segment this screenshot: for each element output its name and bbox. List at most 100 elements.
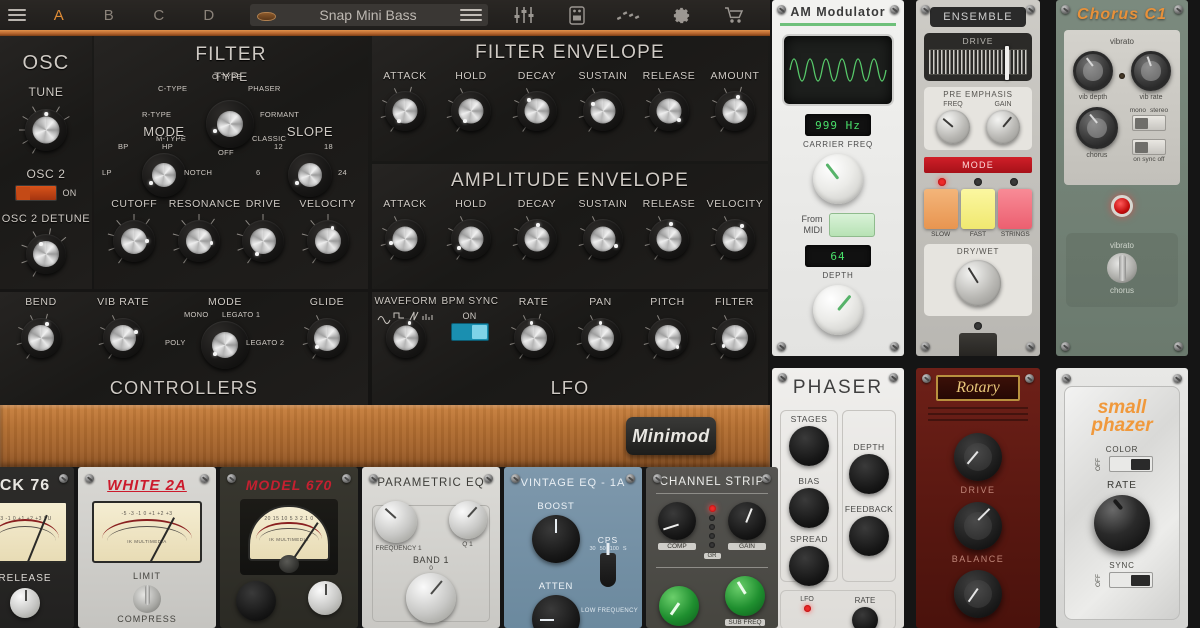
small-phazer-rate-knob[interactable]: [1094, 495, 1150, 552]
fenv-sustain-knob[interactable]: [578, 86, 628, 136]
bank-a[interactable]: A: [34, 7, 84, 24]
filter-mode-knob[interactable]: [138, 149, 190, 201]
rotary-balance-knob[interactable]: [954, 502, 1002, 550]
nodes-icon[interactable]: [616, 4, 642, 26]
lfo-rate-knob[interactable]: [509, 313, 559, 363]
screw-icon: [1026, 342, 1035, 351]
ensemble-drive-slider[interactable]: [929, 46, 1027, 80]
ensemble-mode-fast-button[interactable]: [960, 189, 995, 229]
filter-resonance-knob[interactable]: [172, 214, 226, 268]
fenv-knob-cell: HOLD: [441, 70, 501, 136]
aenv-decay-knob[interactable]: [512, 214, 562, 264]
fenv-amount-knob[interactable]: [710, 86, 760, 136]
osc-tune-knob[interactable]: [19, 103, 73, 157]
pedal-icon[interactable]: [564, 4, 590, 26]
black-76-release-knob[interactable]: [10, 588, 40, 618]
phaser-depth-knob[interactable]: [849, 454, 889, 494]
aenv-attack-knob[interactable]: [380, 214, 430, 264]
model-670-center-knob[interactable]: [279, 555, 299, 573]
small-phazer-sync-switch[interactable]: [1108, 572, 1153, 589]
filter-velocity-knob[interactable]: [301, 214, 355, 268]
list-icon[interactable]: [460, 9, 482, 21]
channel-strip-sub-freq-knob[interactable]: [725, 576, 765, 616]
aenv-release-knob[interactable]: [644, 214, 694, 264]
aenv-hold-knob[interactable]: [446, 214, 496, 264]
channel-strip-green-knob-left[interactable]: [659, 586, 699, 626]
lfo-pan-knob[interactable]: [576, 313, 626, 363]
osc2-detune-knob[interactable]: [20, 228, 72, 280]
vintage-eq-cps-selector[interactable]: [600, 543, 616, 587]
filter-mode-opt-lp: LP: [102, 168, 112, 177]
phaser-rate-knob[interactable]: [852, 607, 878, 628]
phaser-bias-knob[interactable]: [789, 488, 829, 528]
channel-strip-comp-knob[interactable]: [658, 502, 696, 540]
ctrl-mode-opt-legato1: LEGATO 1: [222, 310, 261, 319]
ensemble-mode-slow-button[interactable]: [923, 189, 958, 229]
hamburger-icon[interactable]: [0, 9, 34, 21]
am-from-midi-button[interactable]: [828, 213, 875, 237]
chorus-sync-switch[interactable]: [1131, 139, 1166, 155]
am-carrier-freq-knob[interactable]: [813, 154, 863, 204]
phaser-spread-knob[interactable]: [789, 546, 829, 586]
parametric-eq-q-knob[interactable]: [448, 501, 487, 539]
aenv-sustain-knob[interactable]: [578, 214, 628, 264]
preset-selector[interactable]: Snap Mini Bass: [250, 4, 488, 26]
chorus-knob[interactable]: [1075, 107, 1118, 149]
lfo-bpm-sync-label: BPM SYNC: [441, 296, 499, 307]
am-depth-knob[interactable]: [813, 285, 863, 335]
ensemble-mode-strings-button[interactable]: [998, 189, 1033, 229]
model-670-knob-left[interactable]: [236, 581, 276, 621]
small-phazer-plate: small phazer COLOR OFF RATE SYNC OFF: [1064, 386, 1180, 620]
ctrl-glide-knob[interactable]: [302, 313, 352, 363]
cart-icon[interactable]: [721, 4, 747, 26]
ensemble-gain-knob[interactable]: [986, 110, 1020, 144]
ctrl-vibrate-knob[interactable]: [98, 313, 148, 363]
chorus-mode-toggle[interactable]: [1107, 253, 1137, 283]
channel-strip-gain-knob[interactable]: [728, 502, 766, 540]
lfo-bpm-sync-switch[interactable]: [450, 323, 489, 341]
chorus-vib-rate-knob[interactable]: [1131, 51, 1171, 91]
phaser-stages-knob[interactable]: [789, 426, 829, 466]
ensemble-led-slow: [938, 178, 946, 186]
vintage-eq-cps-cell: CPS 30 50 100 S: [582, 535, 634, 587]
parametric-eq-frequency-knob[interactable]: [375, 501, 418, 543]
fenv-hold-knob[interactable]: [446, 86, 496, 136]
vintage-eq-boost-knob[interactable]: [532, 515, 580, 563]
ctrl-mode-knob[interactable]: [198, 318, 252, 372]
ensemble-freq-knob[interactable]: [936, 110, 970, 144]
filter-drive-knob[interactable]: [236, 214, 290, 268]
lfo-filter-knob[interactable]: [710, 313, 760, 363]
ensemble-mono-to-stereo-button[interactable]: [959, 333, 997, 356]
screw-icon: [777, 5, 786, 14]
phaser-feedback-knob[interactable]: [849, 516, 889, 556]
filter-slope-knob[interactable]: [284, 149, 336, 201]
bank-d[interactable]: D: [184, 7, 234, 24]
lfo-knob-row: WAVEFORM BPM SYNC ON RATE PAN PITCH FILT…: [372, 292, 768, 363]
aenv-velocity-knob[interactable]: [710, 214, 760, 264]
vintage-eq-atten-knob[interactable]: [532, 595, 580, 628]
model-670-knob-right[interactable]: [308, 581, 342, 615]
ctrl-bend-knob[interactable]: [16, 313, 66, 363]
fenv-release-knob[interactable]: [644, 86, 694, 136]
fenv-attack-knob[interactable]: [380, 86, 430, 136]
rotary-title: Rotary: [956, 379, 1000, 396]
rotary-third-knob[interactable]: [954, 570, 1002, 618]
small-phazer-color-switch[interactable]: [1108, 456, 1153, 473]
chorus-vib-depth-knob[interactable]: [1073, 51, 1113, 91]
osc2-switch[interactable]: [15, 185, 58, 201]
bank-c[interactable]: C: [134, 7, 184, 24]
ensemble-dry-wet-knob[interactable]: [955, 260, 1001, 306]
ensemble-drive-fader-handle[interactable]: [1005, 46, 1010, 80]
lfo-pitch-knob[interactable]: [643, 313, 693, 363]
gear-icon[interactable]: [668, 4, 694, 26]
white-2a-limit-toggle[interactable]: [133, 585, 161, 613]
controllers-title: CONTROLLERS: [109, 378, 259, 398]
filter-cutoff-knob[interactable]: [107, 214, 161, 268]
parametric-eq-band-knob[interactable]: [406, 573, 456, 623]
screw-icon: [1062, 374, 1071, 383]
fenv-decay-knob[interactable]: [512, 86, 562, 136]
sliders-icon[interactable]: [511, 4, 537, 26]
rotary-drive-knob[interactable]: [954, 433, 1002, 481]
bank-b[interactable]: B: [84, 7, 134, 24]
chorus-mono-stereo-switch[interactable]: [1131, 115, 1166, 131]
